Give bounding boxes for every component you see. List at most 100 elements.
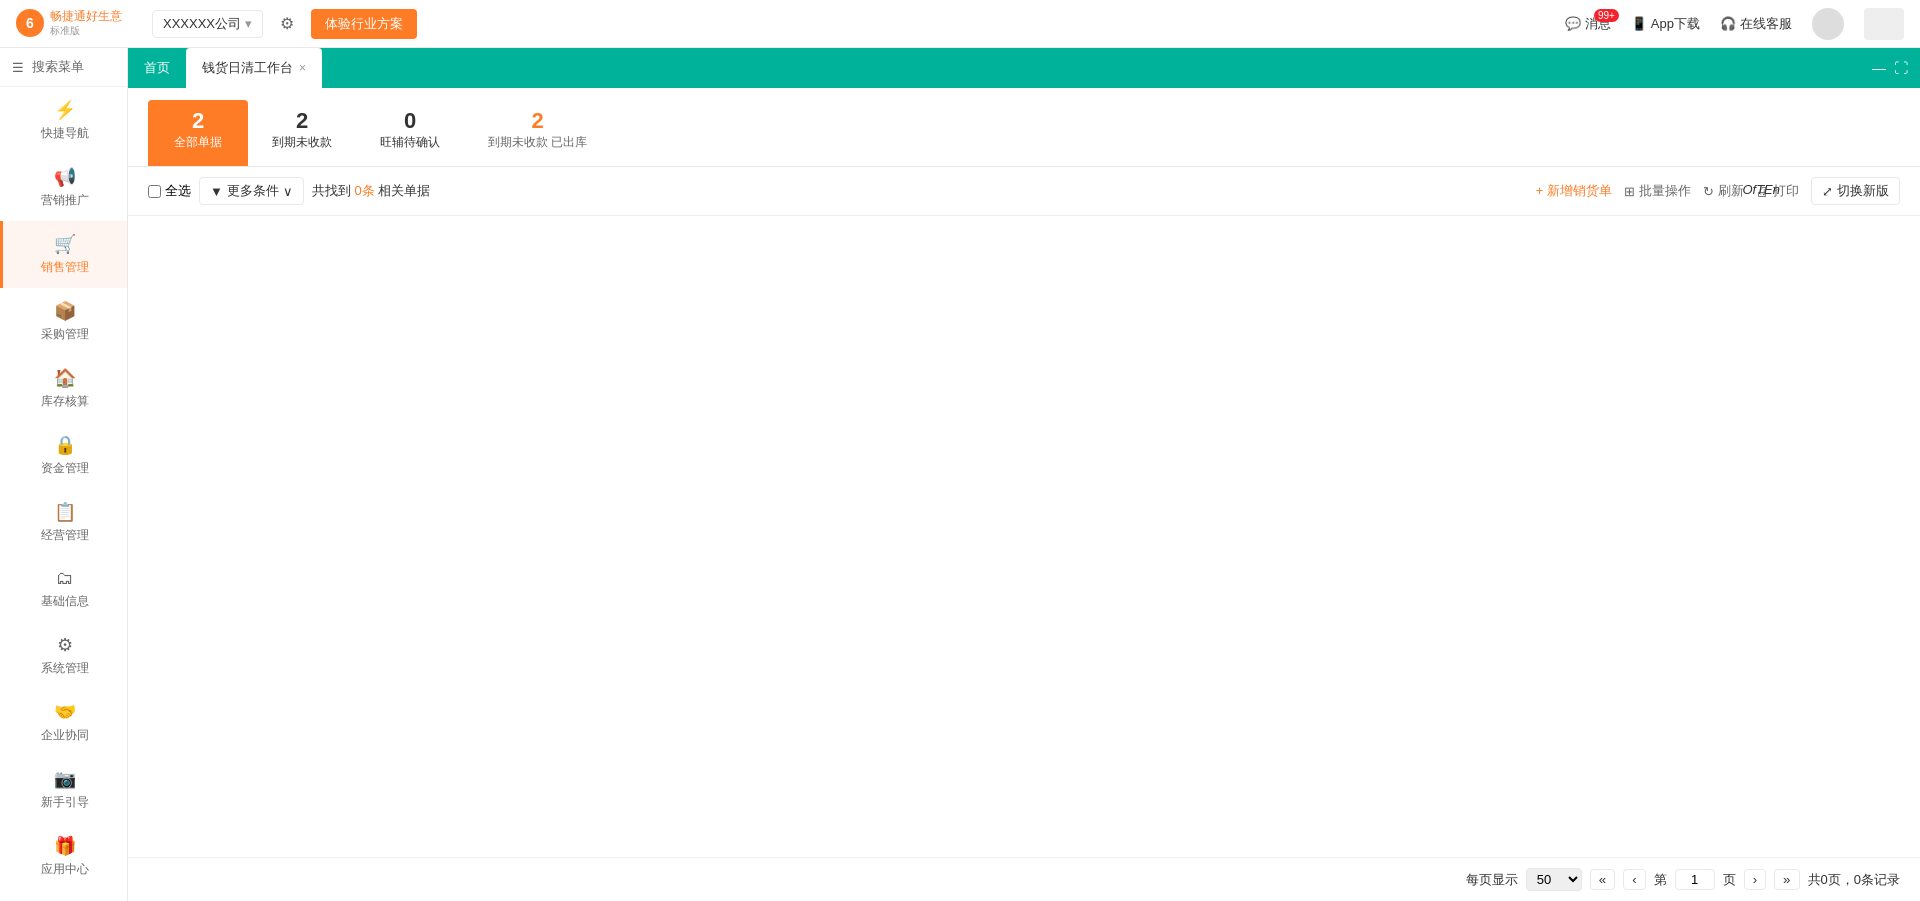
logo-icon: 6 — [16, 9, 44, 37]
logo-name: 畅捷通好生意 — [50, 9, 122, 23]
per-page-select[interactable]: 50 10 20 100 — [1526, 868, 1582, 891]
tab-minimize-button[interactable]: — — [1872, 60, 1886, 76]
tab-home[interactable]: 首页 — [128, 48, 186, 88]
sidebar-item-label: 库存核算 — [41, 393, 89, 410]
top-header: 6 畅捷通好生意 标准版 XXXXXX公司 ▾ ⚙ 体验行业方案 💬 消息 99… — [0, 0, 1920, 48]
inner-content: 2 全部单据 2 到期未收款 0 旺辅待确认 2 到期未收款 已出库 — [128, 88, 1920, 901]
stats-bar: 2 全部单据 2 到期未收款 0 旺辅待确认 2 到期未收款 已出库 — [128, 88, 1920, 167]
next-page-button[interactable]: › — [1744, 869, 1766, 890]
search-icon: ☰ — [12, 60, 24, 75]
stat-num-overdue: 2 — [272, 108, 332, 134]
tab-bar: 首页 钱货日清工作台 × — ⛶ — [128, 48, 1920, 88]
sidebar-item-label: 应用中心 — [41, 861, 89, 878]
message-action[interactable]: 💬 消息 99+ — [1565, 15, 1611, 33]
switch-icon: ⤢ — [1822, 184, 1833, 199]
sidebar-item-basic-info[interactable]: 🗂 基础信息 — [0, 556, 127, 622]
filter-button[interactable]: ▼ 更多条件 ∨ — [199, 177, 304, 205]
prev-page-button[interactable]: ‹ — [1623, 869, 1645, 890]
company-name: XXXXXX公司 — [163, 15, 241, 33]
toolbar-left: 全选 ▼ 更多条件 ∨ 共找到 0条 相关单据 — [148, 177, 1524, 205]
sidebar-item-label: 系统管理 — [41, 660, 89, 677]
sidebar-item-system[interactable]: ⚙ 系统管理 — [0, 622, 127, 689]
tab-close-icon[interactable]: × — [299, 61, 306, 75]
app-download-action[interactable]: 📱 App下载 — [1631, 15, 1700, 33]
finance-icon: 🔒 — [54, 434, 76, 456]
sidebar-item-label: 经营管理 — [41, 527, 89, 544]
tab-maximize-button[interactable]: ⛶ — [1894, 60, 1908, 76]
message-badge: 99+ — [1594, 9, 1619, 22]
beginner-icon: 📷 — [54, 768, 76, 790]
found-text: 共找到 0条 相关单据 — [312, 182, 430, 200]
basic-info-icon: 🗂 — [56, 568, 74, 589]
page-suffix: 页 — [1723, 871, 1736, 889]
sidebar-item-enterprise[interactable]: 🤝 企业协同 — [0, 689, 127, 756]
sidebar-item-purchase[interactable]: 📦 采购管理 — [0, 288, 127, 355]
sales-icon: 🛒 — [54, 233, 76, 255]
refresh-icon: ↻ — [1703, 184, 1714, 199]
tab-workbench[interactable]: 钱货日清工作台 × — [186, 48, 322, 88]
sidebar-item-label: 营销推广 — [41, 192, 89, 209]
system-icon: ⚙ — [57, 634, 73, 656]
sidebar-item-app-center[interactable]: 🎁 应用中心 — [0, 823, 127, 890]
add-sale-order-button[interactable]: + 新增销货单 — [1536, 182, 1612, 200]
per-page-label: 每页显示 — [1466, 871, 1518, 889]
tab-workbench-label: 钱货日清工作台 — [202, 59, 293, 77]
select-all-checkbox[interactable]: 全选 — [148, 182, 191, 200]
app-download-label: App下载 — [1651, 15, 1700, 33]
marketing-icon: 📢 — [54, 166, 76, 188]
logo-edition: 标准版 — [50, 24, 122, 38]
stat-label-all: 全部单据 — [174, 135, 222, 149]
inventory-icon: 🏠 — [54, 367, 76, 389]
online-service-action[interactable]: 🎧 在线客服 — [1720, 15, 1792, 33]
logo-area: 6 畅捷通好生意 标准版 — [16, 9, 144, 37]
settings-icon[interactable]: ⚙ — [271, 8, 303, 40]
sidebar-item-finance[interactable]: 🔒 资金管理 — [0, 422, 127, 489]
found-count: 0条 — [355, 183, 375, 198]
sidebar-item-marketing[interactable]: 📢 营销推广 — [0, 154, 127, 221]
operation-icon: 📋 — [54, 501, 76, 523]
tab-bar-right: — ⛶ — [1872, 60, 1920, 76]
table-empty-state — [128, 216, 1920, 616]
sidebar-item-wechat[interactable]: 💬 企业微信 — [0, 890, 127, 901]
sidebar-search[interactable]: ☰ 搜索菜单 — [0, 48, 127, 87]
sidebar-item-beginner[interactable]: 📷 新手引导 — [0, 756, 127, 823]
stat-tab-overdue[interactable]: 2 到期未收款 — [248, 100, 356, 166]
stat-tab-all[interactable]: 2 全部单据 — [148, 100, 248, 166]
user-name-area[interactable] — [1864, 8, 1904, 40]
main-layout: ☰ 搜索菜单 ⚡ 快捷导航 📢 营销推广 🛒 销售管理 📦 采购管理 🏠 库存核… — [0, 48, 1920, 901]
stat-label-shipped: 到期未收款 已出库 — [488, 135, 587, 149]
trial-button[interactable]: 体验行业方案 — [311, 9, 417, 39]
avatar[interactable] — [1812, 8, 1844, 40]
search-menu-label: 搜索菜单 — [32, 58, 84, 76]
often-label: OfTEn — [1742, 182, 1780, 197]
purchase-icon: 📦 — [54, 300, 76, 322]
sidebar: ☰ 搜索菜单 ⚡ 快捷导航 📢 营销推广 🛒 销售管理 📦 采购管理 🏠 库存核… — [0, 48, 128, 901]
select-all-input[interactable] — [148, 185, 161, 198]
content-area: 首页 钱货日清工作台 × — ⛶ 2 全部单据 2 到期未收款 — [128, 48, 1920, 901]
sidebar-item-label: 采购管理 — [41, 326, 89, 343]
enterprise-icon: 🤝 — [54, 701, 76, 723]
online-service-label: 在线客服 — [1740, 15, 1792, 33]
quick-nav-icon: ⚡ — [54, 99, 76, 121]
page-number-input[interactable] — [1675, 869, 1715, 890]
sidebar-item-quick-nav[interactable]: ⚡ 快捷导航 — [0, 87, 127, 154]
sidebar-item-operation[interactable]: 📋 经营管理 — [0, 489, 127, 556]
stat-tab-wangfu[interactable]: 0 旺辅待确认 — [356, 100, 464, 166]
app-center-icon: 🎁 — [54, 835, 76, 857]
toolbar: 全选 ▼ 更多条件 ∨ 共找到 0条 相关单据 + 新增销货单 ⊞ — [128, 167, 1920, 216]
sidebar-item-label: 销售管理 — [41, 259, 89, 276]
refresh-button[interactable]: ↻ 刷新 — [1703, 182, 1744, 200]
sidebar-item-inventory[interactable]: 🏠 库存核算 — [0, 355, 127, 422]
last-page-button[interactable]: » — [1774, 869, 1799, 890]
stat-num-all: 2 — [172, 108, 224, 134]
switch-new-version-button[interactable]: ⤢ 切换新版 — [1811, 177, 1900, 205]
stat-label-wangfu: 旺辅待确认 — [380, 135, 440, 149]
table-area — [128, 216, 1920, 857]
batch-operation-button[interactable]: ⊞ 批量操作 — [1624, 182, 1691, 200]
company-selector[interactable]: XXXXXX公司 ▾ — [152, 10, 263, 38]
stat-tab-shipped[interactable]: 2 到期未收款 已出库 — [464, 100, 611, 166]
total-records: 共0页，0条记录 — [1808, 871, 1900, 889]
sidebar-item-sales[interactable]: 🛒 销售管理 — [0, 221, 127, 288]
first-page-button[interactable]: « — [1590, 869, 1615, 890]
select-all-label: 全选 — [165, 182, 191, 200]
